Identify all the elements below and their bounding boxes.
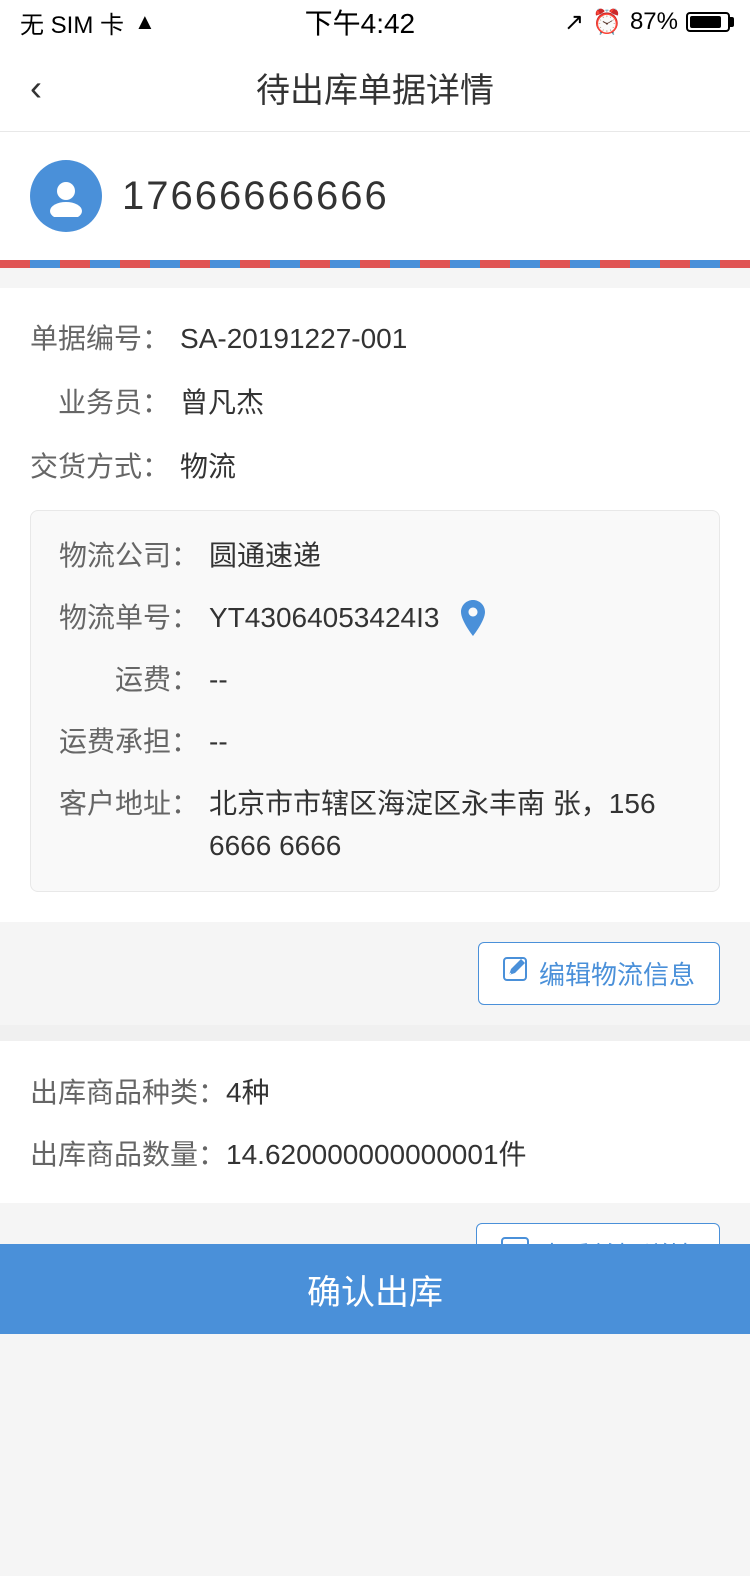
section-divider <box>0 1025 750 1041</box>
goods-types-row: 出库商品种类： 4种 <box>30 1071 720 1111</box>
wifi-icon: ▲ <box>134 9 156 35</box>
map-pin-icon[interactable] <box>455 600 491 636</box>
goods-quantity-row: 出库商品数量： 14.620000000000001件 <box>30 1133 720 1173</box>
confirm-button[interactable]: 确认出库 <box>0 1244 750 1334</box>
freight-value: -- <box>209 659 691 701</box>
decorative-divider <box>0 260 750 268</box>
address-row: 客户地址： 北京市市辖区海淀区永丰南 张，156 6666 6666 <box>59 783 691 867</box>
address-value: 北京市市辖区海淀区永丰南 张，156 6666 6666 <box>209 783 691 867</box>
tracking-no-label: 物流单号： <box>59 597 209 639</box>
goods-quantity-label: 出库商品数量： <box>30 1133 226 1173</box>
order-info-section: 单据编号： SA-20191227-001 业务员： 曾凡杰 交货方式： 物流 … <box>0 288 750 922</box>
goods-quantity-value: 14.620000000000001件 <box>226 1133 527 1173</box>
delivery-method-label: 交货方式： <box>30 446 180 488</box>
avatar <box>30 160 102 232</box>
nav-bar: ‹ 待出库单据详情 <box>0 44 750 132</box>
freight-bear-label: 运费承担： <box>59 721 209 763</box>
tracking-row: 物流单号： YT43064053424I3 <box>59 597 691 639</box>
time-label: 下午4:42 <box>305 2 416 42</box>
status-right: ↗ ⏰ 87% <box>564 8 730 37</box>
tracking-no-wrapper: YT43064053424I3 <box>209 597 491 639</box>
battery-icon <box>686 12 730 32</box>
tracking-no-value: YT43064053424I3 <box>209 597 439 639</box>
goods-types-label: 出库商品种类： <box>30 1071 226 1111</box>
delivery-method-row: 交货方式： 物流 <box>30 446 720 488</box>
freight-bear-row: 运费承担： -- <box>59 721 691 763</box>
logistics-company-row: 物流公司： 圆通速递 <box>59 535 691 577</box>
address-label: 客户地址： <box>59 783 209 825</box>
order-number-value: SA-20191227-001 <box>180 318 720 360</box>
delivery-method-value: 物流 <box>180 446 720 488</box>
confirm-button-label: 确认出库 <box>307 1265 443 1314</box>
goods-types-value: 4种 <box>226 1071 270 1111</box>
edit-icon <box>503 957 529 990</box>
status-bar: 无 SIM 卡 ▲ 下午4:42 ↗ ⏰ 87% <box>0 0 750 44</box>
salesperson-value: 曾凡杰 <box>180 382 720 424</box>
edit-logistics-label: 编辑物流信息 <box>539 955 695 992</box>
order-number-row: 单据编号： SA-20191227-001 <box>30 318 720 360</box>
salesperson-row: 业务员： 曾凡杰 <box>30 382 720 424</box>
order-number-label: 单据编号： <box>30 318 180 360</box>
freight-bear-value: -- <box>209 721 691 763</box>
logistics-card: 物流公司： 圆通速递 物流单号： YT43064053424I3 运费： -- <box>30 510 720 892</box>
goods-section: 出库商品种类： 4种 出库商品数量： 14.620000000000001件 <box>0 1041 750 1203</box>
back-button[interactable]: ‹ <box>30 67 42 109</box>
logistics-company-value: 圆通速递 <box>209 535 691 577</box>
user-phone: 17666666666 <box>122 174 389 219</box>
status-left: 无 SIM 卡 ▲ <box>20 5 156 40</box>
alarm-icon: ⏰ <box>592 8 622 37</box>
carrier-label: 无 SIM 卡 <box>20 5 124 40</box>
page-title: 待出库单据详情 <box>256 63 494 112</box>
edit-btn-wrapper: 编辑物流信息 <box>0 922 750 1005</box>
edit-logistics-button[interactable]: 编辑物流信息 <box>478 942 720 1005</box>
logistics-company-label: 物流公司： <box>59 535 209 577</box>
user-section: 17666666666 <box>0 132 750 260</box>
salesperson-label: 业务员： <box>30 382 180 424</box>
battery-percent: 87% <box>630 8 678 36</box>
freight-row: 运费： -- <box>59 659 691 701</box>
location-icon: ↗ <box>564 8 584 37</box>
freight-label: 运费： <box>59 659 209 701</box>
